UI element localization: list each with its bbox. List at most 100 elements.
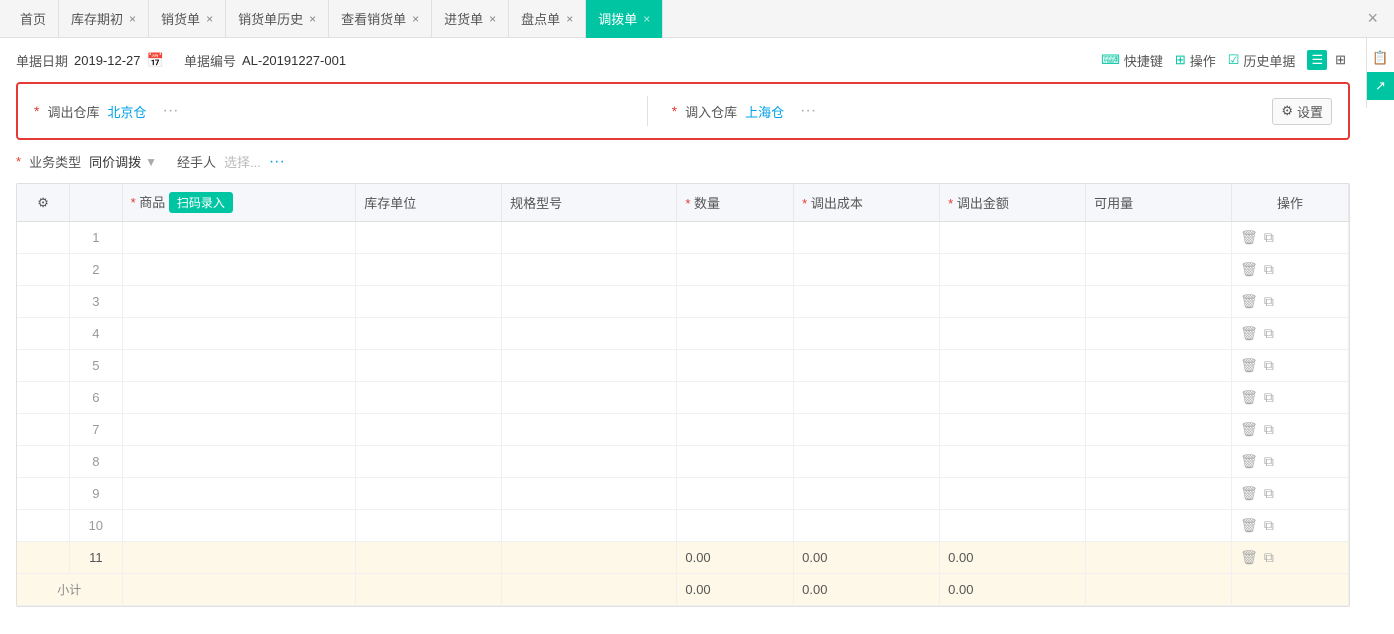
row-amount-5[interactable] [940, 350, 1086, 382]
row-unit-6[interactable] [356, 382, 502, 414]
row-product-3[interactable] [122, 286, 356, 318]
tab-inventory-check-close[interactable]: × [566, 12, 573, 26]
col-settings-header[interactable]: ⚙ [17, 184, 70, 222]
row-copy-icon-4[interactable]: ⧉ [1264, 325, 1274, 342]
settings-button[interactable]: ⚙ 设置 [1272, 98, 1332, 125]
row-cost-8[interactable] [794, 446, 940, 478]
row-product-4[interactable] [122, 318, 356, 350]
row-qty-4[interactable] [677, 318, 794, 350]
row-cost-3[interactable] [794, 286, 940, 318]
row-available-2[interactable] [1086, 254, 1232, 286]
row-spec-7[interactable] [502, 414, 677, 446]
row-copy-icon-7[interactable]: ⧉ [1264, 421, 1274, 438]
row-product-6[interactable] [122, 382, 356, 414]
row-unit-2[interactable] [356, 254, 502, 286]
row-spec-3[interactable] [502, 286, 677, 318]
row-cost-6[interactable] [794, 382, 940, 414]
tab-inventory-init[interactable]: 库存期初 × [59, 0, 149, 38]
row-available-7[interactable] [1086, 414, 1232, 446]
sidebar-note-button[interactable]: 📋 [1369, 46, 1393, 70]
row-amount-6[interactable] [940, 382, 1086, 414]
row-available-5[interactable] [1086, 350, 1232, 382]
tab-view-sales-close[interactable]: × [412, 12, 419, 26]
row-spec-9[interactable] [502, 478, 677, 510]
row-product-2[interactable] [122, 254, 356, 286]
window-close-button[interactable]: × [1359, 8, 1386, 29]
row-delete-icon-8[interactable]: 🗑 [1240, 453, 1258, 470]
warehouse-out-dots[interactable]: ··· [162, 102, 178, 120]
row-qty-1[interactable] [677, 222, 794, 254]
row-available-6[interactable] [1086, 382, 1232, 414]
row-copy-icon-2[interactable]: ⧉ [1264, 261, 1274, 278]
tab-sales-history[interactable]: 销货单历史 × [226, 0, 329, 38]
tab-view-sales[interactable]: 查看销货单 × [329, 0, 432, 38]
row-qty-3[interactable] [677, 286, 794, 318]
row-cost-10[interactable] [794, 510, 940, 542]
row-spec-2[interactable] [502, 254, 677, 286]
row-product-9[interactable] [122, 478, 356, 510]
row-unit-7[interactable] [356, 414, 502, 446]
row-delete-icon-4[interactable]: 🗑 [1240, 325, 1258, 342]
row-qty-8[interactable] [677, 446, 794, 478]
row-product-7[interactable] [122, 414, 356, 446]
row-cost-2[interactable] [794, 254, 940, 286]
row-cost-5[interactable] [794, 350, 940, 382]
row-available-1[interactable] [1086, 222, 1232, 254]
tab-inventory-check[interactable]: 盘点单 × [509, 0, 586, 38]
row-qty-6[interactable] [677, 382, 794, 414]
row-qty-10[interactable] [677, 510, 794, 542]
row-available-8[interactable] [1086, 446, 1232, 478]
operations-button[interactable]: ⊞ 操作 [1175, 51, 1216, 70]
row-amount-10[interactable] [940, 510, 1086, 542]
row-spec-4[interactable] [502, 318, 677, 350]
row-amount-1[interactable] [940, 222, 1086, 254]
row-unit-5[interactable] [356, 350, 502, 382]
row-delete-icon-5[interactable]: 🗑 [1240, 357, 1258, 374]
row-copy-icon-6[interactable]: ⧉ [1264, 389, 1274, 406]
row-product-10[interactable] [122, 510, 356, 542]
row-product-8[interactable] [122, 446, 356, 478]
row-spec-1[interactable] [502, 222, 677, 254]
view-grid-icon[interactable]: ⊞ [1331, 50, 1350, 70]
row-copy-icon-3[interactable]: ⧉ [1264, 293, 1274, 310]
row-amount-3[interactable] [940, 286, 1086, 318]
subtotal-delete-icon[interactable]: 🗑 [1240, 549, 1258, 566]
tab-transfer-order[interactable]: 调拨单 × [586, 0, 663, 38]
row-copy-icon-8[interactable]: ⧉ [1264, 453, 1274, 470]
row-copy-icon-5[interactable]: ⧉ [1264, 357, 1274, 374]
row-available-4[interactable] [1086, 318, 1232, 350]
row-amount-8[interactable] [940, 446, 1086, 478]
row-cost-1[interactable] [794, 222, 940, 254]
row-amount-7[interactable] [940, 414, 1086, 446]
warehouse-in-value[interactable]: 上海仓 [745, 102, 784, 121]
scan-button[interactable]: 扫码录入 [169, 192, 233, 213]
tab-inventory-init-close[interactable]: × [129, 12, 136, 26]
row-amount-9[interactable] [940, 478, 1086, 510]
row-delete-icon-9[interactable]: 🗑 [1240, 485, 1258, 502]
tab-purchase-order[interactable]: 进货单 × [432, 0, 509, 38]
row-copy-icon-10[interactable]: ⧉ [1264, 517, 1274, 534]
calendar-icon[interactable]: 📅 [147, 52, 164, 69]
row-qty-7[interactable] [677, 414, 794, 446]
row-unit-4[interactable] [356, 318, 502, 350]
row-copy-icon-9[interactable]: ⧉ [1264, 485, 1274, 502]
business-type-select[interactable]: 同价调拨 ▼ [89, 152, 157, 171]
row-spec-8[interactable] [502, 446, 677, 478]
row-cost-7[interactable] [794, 414, 940, 446]
row-delete-icon-7[interactable]: 🗑 [1240, 421, 1258, 438]
row-cost-4[interactable] [794, 318, 940, 350]
view-list-icon[interactable]: ☰ [1307, 50, 1327, 70]
row-spec-10[interactable] [502, 510, 677, 542]
tab-sales-order[interactable]: 销货单 × [149, 0, 226, 38]
row-amount-2[interactable] [940, 254, 1086, 286]
row-unit-10[interactable] [356, 510, 502, 542]
row-delete-icon-1[interactable]: 🗑 [1240, 229, 1258, 246]
history-button[interactable]: ☑ 历史单据 [1228, 51, 1296, 70]
row-unit-8[interactable] [356, 446, 502, 478]
tab-sales-history-close[interactable]: × [309, 12, 316, 26]
row-spec-6[interactable] [502, 382, 677, 414]
row-delete-icon-2[interactable]: 🗑 [1240, 261, 1258, 278]
row-spec-5[interactable] [502, 350, 677, 382]
manager-dots[interactable]: ··· [269, 153, 285, 171]
shortcuts-button[interactable]: ⌨ 快捷键 [1101, 51, 1163, 70]
